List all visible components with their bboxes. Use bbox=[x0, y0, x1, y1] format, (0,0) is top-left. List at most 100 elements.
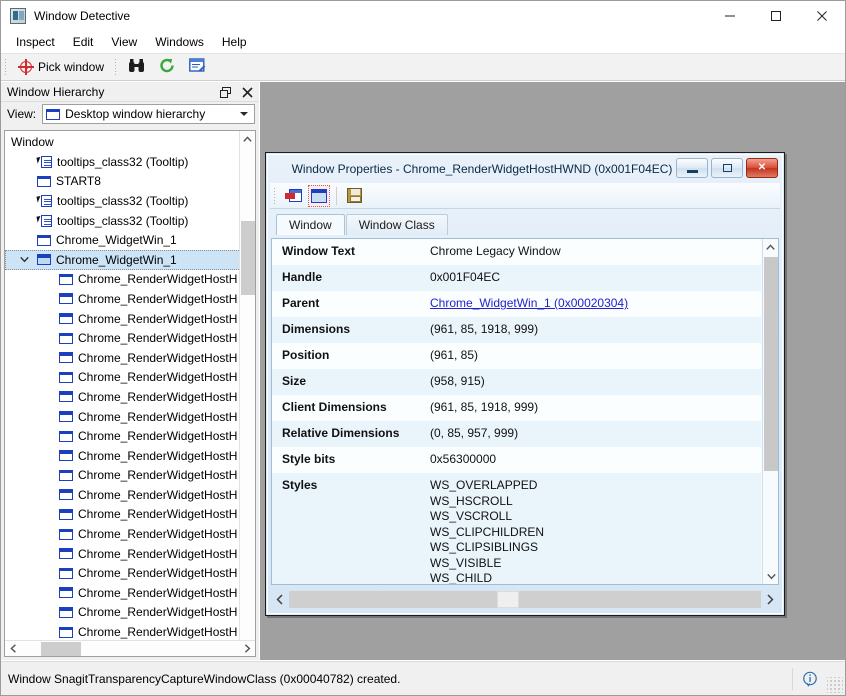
dialog-maximize-button[interactable] bbox=[711, 158, 743, 178]
dlg-scroll-left-icon[interactable] bbox=[271, 590, 289, 608]
tree-item[interactable]: Chrome_RenderWidgetHostH bbox=[5, 544, 255, 564]
tree-item[interactable]: Chrome_WidgetWin_1 bbox=[5, 230, 255, 250]
highlight-window-icon bbox=[311, 188, 327, 203]
refresh-button[interactable] bbox=[153, 55, 181, 79]
property-value: 0x56300000 bbox=[430, 452, 497, 466]
tree-item[interactable]: tooltips_class32 (Tooltip) bbox=[5, 191, 255, 211]
tree-item[interactable]: Chrome_RenderWidgetHostH bbox=[5, 563, 255, 583]
window-icon bbox=[37, 175, 51, 187]
dialog-close-button[interactable]: ✕ bbox=[746, 158, 778, 178]
tree-item[interactable]: Chrome_RenderWidgetHostH bbox=[5, 446, 255, 466]
property-name: Style bits bbox=[282, 452, 336, 466]
toolbar-grip-2[interactable] bbox=[114, 58, 118, 76]
tree-item[interactable]: Chrome_RenderWidgetHostH bbox=[5, 485, 255, 505]
scroll-left-icon[interactable] bbox=[5, 641, 21, 657]
resize-grip[interactable] bbox=[827, 677, 843, 693]
chevron-down-icon[interactable] bbox=[18, 254, 30, 266]
hscroll-thumb[interactable] bbox=[41, 641, 81, 656]
main-toolbar: Pick window bbox=[1, 53, 845, 81]
tree-item[interactable]: Chrome_RenderWidgetHostH bbox=[5, 289, 255, 309]
tree-item[interactable]: Chrome_RenderWidgetHostH bbox=[5, 622, 255, 642]
props-scroll-up-icon[interactable] bbox=[763, 239, 778, 255]
window-icon bbox=[59, 352, 73, 364]
tree-item[interactable]: Chrome_RenderWidgetHostH bbox=[5, 524, 255, 544]
panel-close-icon[interactable] bbox=[239, 84, 255, 100]
tree-item[interactable]: Chrome_RenderWidgetHostH bbox=[5, 426, 255, 446]
dlg-hscroll-track[interactable] bbox=[289, 590, 761, 608]
tree-item[interactable]: Chrome_RenderWidgetHostH bbox=[5, 583, 255, 603]
tree-item[interactable]: Chrome_RenderWidgetHostH bbox=[5, 387, 255, 407]
dlg-scroll-right-icon[interactable] bbox=[761, 590, 779, 608]
scroll-right-icon[interactable] bbox=[239, 641, 255, 657]
tree-item[interactable]: Chrome_RenderWidgetHostH bbox=[5, 505, 255, 525]
menu-help[interactable]: Help bbox=[213, 32, 256, 52]
dlg-hscroll-thumb[interactable] bbox=[497, 590, 519, 608]
dialog-minimize-button[interactable] bbox=[676, 158, 708, 178]
tree-item[interactable]: Chrome_RenderWidgetHostH bbox=[5, 328, 255, 348]
tree-item[interactable]: Chrome_WidgetWin_1 bbox=[5, 249, 255, 270]
tree-vertical-scrollbar[interactable] bbox=[239, 131, 255, 656]
tree-item[interactable]: Chrome_RenderWidgetHostH bbox=[5, 309, 255, 329]
menu-view[interactable]: View bbox=[102, 32, 146, 52]
menu-edit[interactable]: Edit bbox=[64, 32, 103, 52]
tree-item[interactable]: Chrome_RenderWidgetHostH bbox=[5, 368, 255, 388]
window-icon bbox=[59, 567, 73, 579]
tree-item[interactable]: tooltips_class32 (Tooltip) bbox=[5, 211, 255, 231]
tree-item-label: Chrome_RenderWidgetHostH bbox=[78, 272, 238, 287]
tree-horizontal-scrollbar[interactable] bbox=[5, 640, 255, 656]
pick-window-button[interactable]: Pick window bbox=[12, 55, 110, 79]
tree-item[interactable]: Chrome_RenderWidgetHostH bbox=[5, 407, 255, 427]
scroll-up-icon[interactable] bbox=[240, 131, 255, 147]
property-row: Size (958, 915) bbox=[272, 369, 761, 395]
tree-item[interactable]: Chrome_RenderWidgetHostH bbox=[5, 270, 255, 290]
properties-button[interactable] bbox=[183, 55, 212, 79]
tree-scroll-thumb[interactable] bbox=[241, 221, 255, 295]
window-icon bbox=[59, 450, 73, 462]
go-to-parent-button[interactable] bbox=[282, 185, 304, 207]
info-icon[interactable] bbox=[793, 671, 827, 687]
tree-item[interactable]: Chrome_RenderWidgetHostH bbox=[5, 466, 255, 486]
tab-window-class[interactable]: Window Class bbox=[345, 214, 448, 235]
hierarchy-tree[interactable]: Window tooltips_class32 (Tooltip) START8 t… bbox=[4, 130, 256, 657]
window-properties-dialog: Window Properties - Chrome_RenderWidgetH… bbox=[265, 152, 785, 616]
property-row: Styles WS_OVERLAPPED WS_HSCROLL WS_VSCROLL W… bbox=[272, 473, 761, 584]
float-icon[interactable] bbox=[217, 84, 233, 100]
dialog-toolbar-grip[interactable] bbox=[273, 186, 276, 205]
save-button[interactable] bbox=[343, 185, 365, 207]
properties-vertical-scrollbar[interactable] bbox=[762, 239, 778, 584]
window-icon bbox=[59, 489, 73, 501]
menu-windows[interactable]: Windows bbox=[146, 32, 213, 52]
maximize-button[interactable] bbox=[753, 1, 799, 31]
binoculars-icon bbox=[128, 58, 145, 76]
tree-item[interactable]: Chrome_RenderWidgetHostH bbox=[5, 348, 255, 368]
tab-window[interactable]: Window bbox=[276, 214, 345, 235]
parent-window-link[interactable]: Chrome_WidgetWin_1 (0x00020304) bbox=[430, 296, 628, 310]
tree-item[interactable]: tooltips_class32 (Tooltip) bbox=[5, 152, 255, 172]
tree-item[interactable]: START8 bbox=[5, 172, 255, 192]
menu-inspect[interactable]: Inspect bbox=[7, 32, 64, 52]
props-scroll-down-icon[interactable] bbox=[763, 568, 778, 584]
menu-bar: Inspect Edit View Windows Help bbox=[1, 31, 845, 53]
tree-rows: tooltips_class32 (Tooltip) START8 tooltips… bbox=[5, 152, 255, 656]
panel-caption-buttons bbox=[217, 84, 255, 100]
dialog-horizontal-scrollbar[interactable] bbox=[271, 589, 779, 609]
properties-list: Window Text Chrome Legacy Window Handle 0x0… bbox=[272, 239, 761, 584]
hscroll-track[interactable] bbox=[21, 641, 239, 656]
find-button[interactable] bbox=[122, 55, 151, 79]
style-flag: WS_OVERLAPPED bbox=[430, 478, 538, 492]
app-icon bbox=[10, 8, 26, 24]
view-combo[interactable]: Desktop window hierarchy bbox=[42, 104, 255, 124]
property-row: Style bits 0x56300000 bbox=[272, 447, 761, 473]
highlight-window-button[interactable] bbox=[308, 184, 330, 207]
property-value[interactable]: Chrome_WidgetWin_1 (0x00020304) bbox=[430, 296, 628, 310]
tree-item-label: Chrome_RenderWidgetHostH bbox=[78, 468, 238, 483]
application-window: Window Detective Inspect Edit View Windo… bbox=[0, 0, 846, 696]
toolbar-grip[interactable] bbox=[4, 58, 7, 76]
chevron-down-icon bbox=[240, 112, 248, 116]
tree-item[interactable]: Chrome_RenderWidgetHostH bbox=[5, 603, 255, 623]
props-scroll-thumb[interactable] bbox=[764, 257, 778, 471]
close-button[interactable] bbox=[799, 1, 845, 31]
minimize-button[interactable] bbox=[707, 1, 753, 31]
style-flag: WS_CLIPSIBLINGS bbox=[430, 540, 539, 554]
go-to-parent-icon bbox=[284, 188, 302, 203]
